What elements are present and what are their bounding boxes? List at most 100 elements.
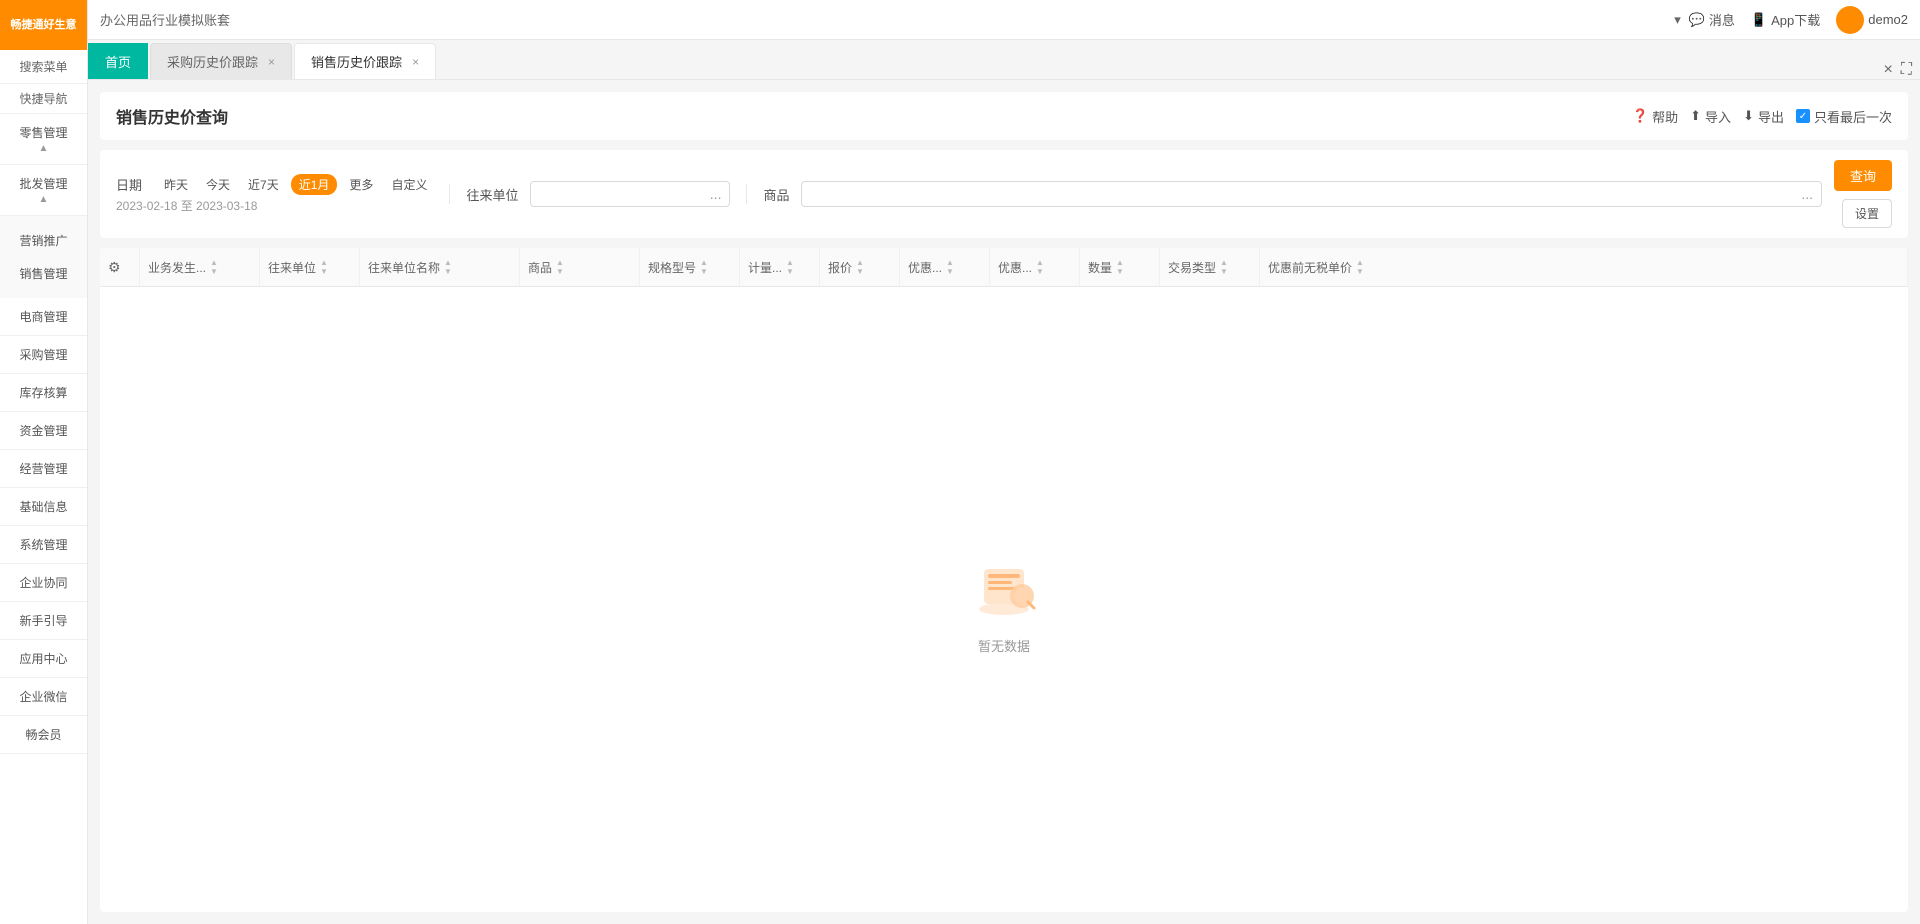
th-label: 往来单位 [268,259,316,276]
sidebar-item-basic[interactable]: 基础信息 [0,488,87,526]
product-picker-icon[interactable]: ... [1801,186,1813,202]
filter-buttons: 查询 设置 [1834,160,1892,228]
fullscreen-button[interactable]: ⛶ [1901,61,1912,79]
only-last-checkbox[interactable]: 只看最后一次 [1796,107,1892,126]
sidebar-search[interactable]: 搜索菜单 [0,50,87,84]
th-spec[interactable]: 规格型号 ▲▼ [640,248,740,286]
th-business-date[interactable]: 业务发生... ▲▼ [140,248,260,286]
th-label: 规格型号 [648,259,696,276]
tab-sales-label: 销售历史价跟踪 [311,52,402,71]
th-label: 优惠前无税单价 [1268,259,1352,276]
sort-icon[interactable]: ▲▼ [210,258,218,276]
settings-button[interactable]: 设置 [1842,199,1892,228]
sidebar-item-operation[interactable]: 经营管理 [0,450,87,488]
workspace-dropdown[interactable]: ▾ [1674,12,1681,28]
date-option-1month[interactable]: 近1月 [291,174,338,195]
sidebar-quicknav[interactable]: 快捷导航 [0,84,87,114]
sidebar-item-wechat[interactable]: 企业微信 [0,678,87,716]
sidebar-item-finance[interactable]: 资金管理 [0,412,87,450]
tab-purchase-history[interactable]: 采购历史价跟踪 × [150,43,292,79]
page-title: 销售历史价查询 [116,104,228,128]
th-partner-name[interactable]: 往来单位名称 ▲▼ [360,248,520,286]
from-unit-input[interactable]: ... [530,181,730,207]
export-button[interactable]: ⬇ 导出 [1743,107,1784,126]
help-button[interactable]: ❓ 帮助 [1632,107,1678,126]
th-unit[interactable]: 计量... ▲▼ [740,248,820,286]
sort-icon[interactable]: ▲▼ [444,258,452,276]
sort-icon[interactable]: ▲▼ [1036,258,1044,276]
th-price[interactable]: 报价 ▲▼ [820,248,900,286]
table-body: 暂无数据 [100,287,1908,912]
th-label: 交易类型 [1168,259,1216,276]
th-pretax-price[interactable]: 优惠前无税单价 ▲▼ [1260,248,1908,286]
sidebar-item-marketing[interactable]: 营销推广 [0,224,87,257]
empty-text: 暂无数据 [978,636,1030,655]
sidebar-item-purchase[interactable]: 采购管理 [0,336,87,374]
message-button[interactable]: 💬 消息 [1689,10,1735,29]
sidebar-item-ecommerce[interactable]: 电商管理 [0,298,87,336]
sidebar-item-wholesale[interactable]: 批发管理 ▲ [0,165,87,216]
sidebar-item-appcenter[interactable]: 应用中心 [0,640,87,678]
close-tab-purchase[interactable]: × [268,55,275,69]
sort-icon[interactable]: ▲▼ [1220,258,1228,276]
th-product[interactable]: 商品 ▲▼ [520,248,640,286]
th-discount1[interactable]: 优惠... ▲▼ [900,248,990,286]
th-qty[interactable]: 数量 ▲▼ [1080,248,1160,286]
sidebar-item-label: 畅会员 [25,726,61,743]
date-option-custom[interactable]: 自定义 [385,174,433,195]
sidebar-item-member[interactable]: 畅会员 [0,716,87,754]
product-input[interactable]: ... [801,181,1822,207]
date-option-more[interactable]: 更多 [343,174,379,195]
th-label: 商品 [528,259,552,276]
th-partner[interactable]: 往来单位 ▲▼ [260,248,360,286]
th-label: 业务发生... [148,259,206,276]
sidebar-item-guide[interactable]: 新手引导 [0,602,87,640]
date-options: 昨天 今天 近7天 近1月 更多 自定义 [158,174,433,195]
sort-icon[interactable]: ▲▼ [856,258,864,276]
date-option-today[interactable]: 今天 [200,174,236,195]
th-trade-type[interactable]: 交易类型 ▲▼ [1160,248,1260,286]
checkbox-icon [1796,109,1810,123]
query-button[interactable]: 查询 [1834,160,1892,191]
sort-icon[interactable]: ▲▼ [320,258,328,276]
sidebar-item-inventory[interactable]: 库存核算 [0,374,87,412]
sidebar-item-enterprise[interactable]: 企业协同 [0,564,87,602]
gear-icon[interactable]: ⚙ [108,259,121,276]
close-window-button[interactable]: × [1883,61,1892,79]
close-tab-sales[interactable]: × [412,55,419,69]
date-option-yesterday[interactable]: 昨天 [158,174,194,195]
sidebar-item-label: 资金管理 [19,422,67,439]
sidebar-item-label: 批发管理 [19,175,67,192]
from-unit-picker-icon[interactable]: ... [710,186,722,202]
sidebar-item-label: 应用中心 [19,650,67,667]
sort-icon[interactable]: ▲▼ [1116,258,1124,276]
sort-icon[interactable]: ▲▼ [1356,258,1364,276]
table-header: ⚙ 业务发生... ▲▼ 往来单位 ▲▼ 往来单位名称 ▲▼ 商品 ▲▼ [100,248,1908,287]
empty-illustration [964,544,1044,624]
app-download-button[interactable]: 📱 App下载 [1751,10,1820,29]
date-option-7days[interactable]: 近7天 [242,174,285,195]
import-button[interactable]: ⬆ 导入 [1690,107,1731,126]
sidebar-item-sales[interactable]: 销售管理 [0,257,87,290]
sort-icon[interactable]: ▲▼ [946,258,954,276]
th-discount2[interactable]: 优惠... ▲▼ [990,248,1080,286]
th-label: 数量 [1088,259,1112,276]
sidebar-item-label: 电商管理 [19,308,67,325]
user-avatar[interactable]: demo2 [1836,6,1908,34]
sidebar-item-label: 系统管理 [19,536,67,553]
page-content: 销售历史价查询 ❓ 帮助 ⬆ 导入 ⬇ 导出 只看最后一次 [88,80,1920,924]
date-filter-block: 日期 昨天 今天 近7天 近1月 更多 自定义 2023-02-18 至 202… [116,174,433,214]
logo: 畅捷通好生意 [0,0,87,50]
tab-home[interactable]: 首页 [88,43,148,79]
sidebar-item-system[interactable]: 系统管理 [0,526,87,564]
download-icon: 📱 [1751,12,1767,28]
sidebar-item-retail[interactable]: 零售管理 ▲ [0,114,87,165]
username-label: demo2 [1868,12,1908,27]
sort-icon[interactable]: ▲▼ [700,258,708,276]
sort-icon[interactable]: ▲▼ [556,258,564,276]
filter-area: 日期 昨天 今天 近7天 近1月 更多 自定义 2023-02-18 至 202… [100,150,1908,238]
tab-sales-history[interactable]: 销售历史价跟踪 × [294,43,436,79]
sort-icon[interactable]: ▲▼ [786,258,794,276]
logo-text: 畅捷通好生意 [11,18,77,32]
th-settings[interactable]: ⚙ [100,248,140,286]
